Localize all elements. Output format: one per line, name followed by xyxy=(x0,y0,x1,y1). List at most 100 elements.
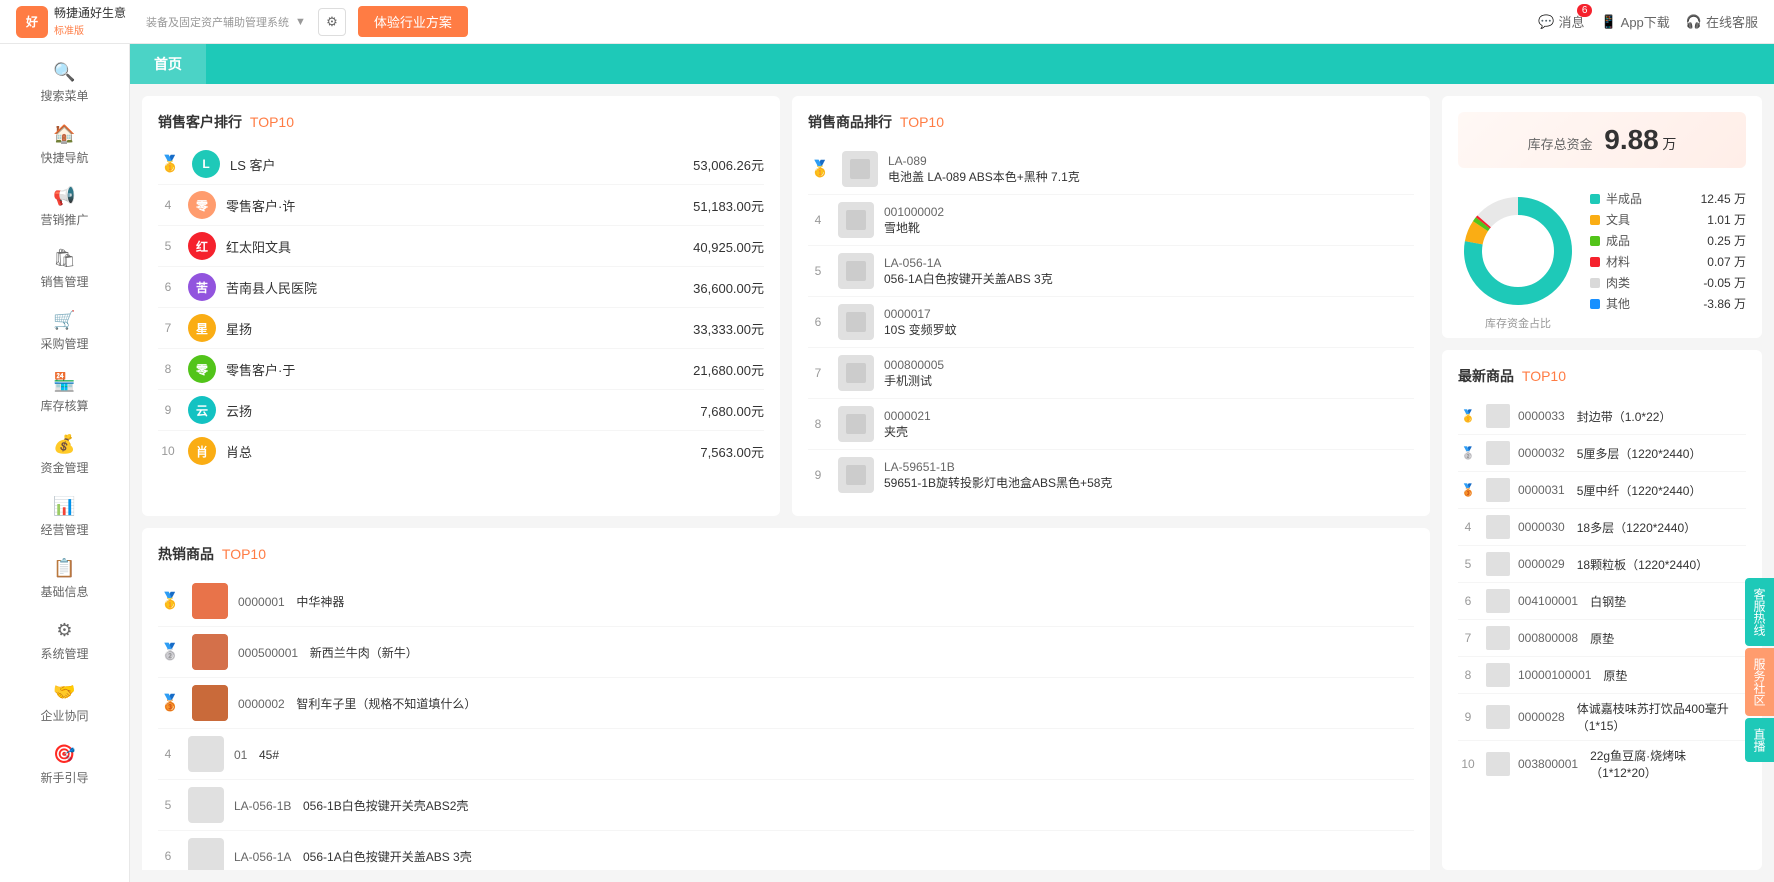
product-info: LA-056-1A 056-1A白色按键开关盖ABS 3壳 xyxy=(234,848,1414,865)
product-name: 59651-1B旋转投影灯电池盒ABS黑色+58克 xyxy=(884,474,1414,491)
product-code: 000800005 xyxy=(884,358,1414,372)
product-thumbnail xyxy=(838,304,874,340)
legend-item: 材料 0.07 万 xyxy=(1590,251,1746,272)
product-code: 0000033 xyxy=(1518,409,1565,423)
customer-row: 4 零 零售客户·许 51,183.00元 xyxy=(158,185,764,226)
community-button[interactable]: 服务社区 xyxy=(1745,648,1774,716)
enterprise-icon: 🤝 xyxy=(53,682,75,703)
product-info: LA-056-1B 056-1B白色按键开关壳ABS2壳 xyxy=(234,797,1414,814)
sidebar-item-guide[interactable]: 🎯 新手引导 xyxy=(0,734,129,796)
app-label: App下载 xyxy=(1621,12,1670,31)
sidebar-item-purchase[interactable]: 🛒 采购管理 xyxy=(0,300,129,362)
customer-avatar: 肖 xyxy=(188,437,216,465)
sidebar-item-basic-info[interactable]: 📋 基础信息 xyxy=(0,548,129,610)
product-code: LA-056-1A xyxy=(884,256,1414,270)
legend-item: 其他 -3.86 万 xyxy=(1590,293,1746,314)
sales-products-table: 🥇 LA-089 电池盖 LA-089 ABS本色+黑种 7.1克 xyxy=(808,144,1414,500)
product-thumbnail xyxy=(838,253,874,289)
live-button[interactable]: 直播 xyxy=(1745,718,1774,762)
product-thumbnail xyxy=(842,151,878,187)
hot-products-list: 🥇 0000001 中华神器 🥈 xyxy=(158,576,1414,870)
inventory-card: 库存总资金 9.88 万 xyxy=(1442,96,1762,338)
sidebar-item-inventory[interactable]: 🏪 库存核算 xyxy=(0,362,129,424)
sidebar-item-finance[interactable]: 💰 资金管理 xyxy=(0,424,129,486)
newest-row: 🥉 0000031 5厘中纤（1220*2440） xyxy=(1458,472,1746,509)
rank-number: 8 xyxy=(1458,668,1478,682)
product-name: 056-1A白色按键开关盖ABS 3壳 xyxy=(303,850,472,864)
content-area: 首页 销售客户排行 TOP10 🥇 xyxy=(130,44,1774,882)
legend-name: 半成品 xyxy=(1606,190,1642,207)
sidebar-item-quick-nav[interactable]: 🏠 快捷导航 xyxy=(0,114,129,176)
product-info: 001000002 雪地靴 xyxy=(884,205,1414,236)
newest-row: 🥈 0000032 5厘多层（1220*2440） xyxy=(1458,435,1746,472)
service-button[interactable]: 🎧 在线客服 xyxy=(1686,12,1758,31)
product-code: 004100001 xyxy=(1518,594,1578,608)
top-sales-products-card: 销售商品排行 TOP10 🥇 LA-089 电池盖 LA-089 ABS xyxy=(792,96,1430,516)
main-layout: 🔍 搜索菜单 🏠 快捷导航 📢 营销推广 🛍 销售管理 🛒 采购管理 🏪 库存核… xyxy=(0,44,1774,882)
sidebar-item-sales[interactable]: 🛍 销售管理 xyxy=(0,238,129,300)
customer-name: 苦南县人民医院 xyxy=(226,278,683,297)
customer-amount: 51,183.00元 xyxy=(693,196,764,215)
customer-amount: 7,563.00元 xyxy=(700,442,764,461)
legend-item: 半成品 12.45 万 xyxy=(1590,188,1746,209)
product-thumbnail xyxy=(192,583,228,619)
rank-number: 4 xyxy=(808,213,828,227)
hot-products-top10: TOP10 xyxy=(222,546,266,562)
hot-product-row: 5 LA-056-1B 056-1B白色按键开关壳ABS2壳 xyxy=(158,780,1414,831)
system-selector[interactable]: 装备及固定资产辅助管理系统 ▼ xyxy=(146,14,306,30)
logo-name: 畅捷通好生意 xyxy=(54,6,126,22)
hot-products-card: 热销商品 TOP10 🥇 0000001 中华神器 xyxy=(142,528,1430,870)
tab-home[interactable]: 首页 xyxy=(130,44,206,84)
rank-number: 4 xyxy=(158,198,178,212)
sidebar-item-enterprise[interactable]: 🤝 企业协同 xyxy=(0,672,129,734)
sidebar-search[interactable]: 🔍 搜索菜单 xyxy=(0,52,129,114)
message-badge: 6 xyxy=(1577,4,1593,17)
trial-button[interactable]: 体验行业方案 xyxy=(358,6,468,37)
newest-row: 9 0000028 体诚嘉枝味苏打饮品400毫升（1*15） xyxy=(1458,694,1746,741)
sidebar-label-enterprise: 企业协同 xyxy=(40,707,88,724)
product-code: LA-056-1B xyxy=(234,799,291,813)
floating-buttons: 客服热线 服务社区 直播 xyxy=(1745,578,1774,762)
product-code: 10000100001 xyxy=(1518,668,1591,682)
legend-value: 12.45 万 xyxy=(1701,190,1746,207)
legend-color-dot xyxy=(1590,299,1600,309)
customer-avatar: L xyxy=(192,150,220,178)
newest-products-list: 🥇 0000033 封边带（1.0*22） 🥈 xyxy=(1458,398,1746,787)
sidebar-label-finance: 资金管理 xyxy=(40,459,88,476)
product-info: 000500001 新西兰牛肉（新牛） xyxy=(238,644,1414,661)
settings-button[interactable]: ⚙ xyxy=(318,8,346,36)
legend-left: 半成品 xyxy=(1590,190,1642,207)
rank-number: 5 xyxy=(1458,557,1478,571)
sidebar-label-marketing: 营销推广 xyxy=(40,211,88,228)
customer-amount: 7,680.00元 xyxy=(700,401,764,420)
app-download-button[interactable]: 📱 App下载 xyxy=(1600,12,1669,31)
product-row: 9 LA-59651-1B 59651-1B旋转投影灯电池盒ABS黑色+58克 xyxy=(808,450,1414,500)
top-sales-products-title: 销售商品排行 TOP10 xyxy=(808,112,1414,132)
message-button[interactable]: 💬 消息 6 xyxy=(1538,12,1584,31)
page-tabs: 首页 xyxy=(130,44,1774,84)
product-name: 手机测试 xyxy=(884,372,1414,389)
customer-amount: 36,600.00元 xyxy=(693,278,764,297)
system-icon: ⚙ xyxy=(56,620,72,641)
sidebar-label-sales: 销售管理 xyxy=(40,273,88,290)
product-name: 10S 变频罗蚊 xyxy=(884,321,1414,338)
product-info: 01 45# xyxy=(234,747,1414,762)
product-info: 000800005 手机测试 xyxy=(884,358,1414,389)
purchase-icon: 🛒 xyxy=(53,310,75,331)
sidebar-item-system[interactable]: ⚙ 系统管理 xyxy=(0,610,129,672)
sidebar-item-marketing[interactable]: 📢 营销推广 xyxy=(0,176,129,238)
sidebar-search-label: 搜索菜单 xyxy=(40,87,88,104)
customer-row: 5 红 红太阳文具 40,925.00元 xyxy=(158,226,764,267)
rank-number: 7 xyxy=(158,321,178,335)
product-name: 056-1B白色按键开关壳ABS2壳 xyxy=(303,799,468,813)
product-thumbnail xyxy=(188,736,224,772)
operations-icon: 📊 xyxy=(53,496,75,517)
sidebar-label-operations: 经营管理 xyxy=(40,521,88,538)
customer-service-button[interactable]: 客服热线 xyxy=(1745,578,1774,646)
message-icon: 💬 xyxy=(1538,14,1554,30)
sidebar-item-operations[interactable]: 📊 经营管理 xyxy=(0,486,129,548)
rank-number: 8 xyxy=(158,362,178,376)
legend-left: 成品 xyxy=(1590,232,1630,249)
rank-number: 8 xyxy=(808,417,828,431)
product-thumbnail xyxy=(1486,705,1510,729)
